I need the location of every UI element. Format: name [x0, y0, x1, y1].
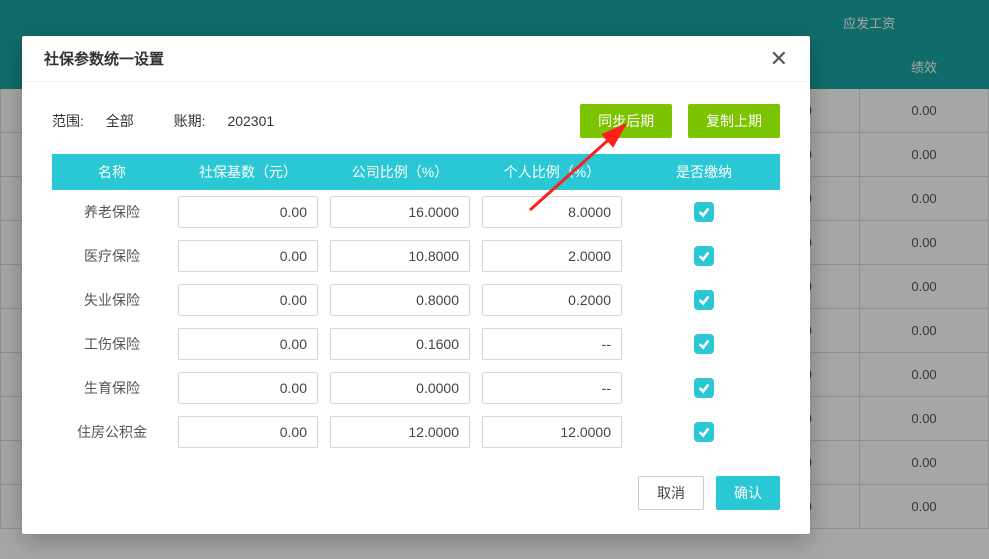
- confirm-button[interactable]: 确认: [716, 476, 780, 510]
- row-name: 住房公积金: [52, 422, 172, 442]
- pay-checkbox[interactable]: [694, 246, 714, 266]
- personal-rate-input[interactable]: [482, 196, 622, 228]
- company-rate-input[interactable]: [330, 284, 470, 316]
- th-pay: 是否缴纳: [628, 162, 780, 182]
- row-name: 工伤保险: [52, 334, 172, 354]
- th-base: 社保基数（元）: [172, 162, 324, 182]
- th-personal: 个人比例（%）: [476, 162, 628, 182]
- insurance-row: 生育保险: [52, 366, 780, 410]
- base-input[interactable]: [178, 372, 318, 404]
- personal-rate-input[interactable]: [482, 372, 622, 404]
- personal-rate-input[interactable]: [482, 416, 622, 448]
- company-rate-input[interactable]: [330, 372, 470, 404]
- company-rate-input[interactable]: [330, 416, 470, 448]
- personal-rate-input[interactable]: [482, 328, 622, 360]
- personal-rate-input[interactable]: [482, 284, 622, 316]
- insurance-row: 住房公积金: [52, 410, 780, 454]
- company-rate-input[interactable]: [330, 328, 470, 360]
- base-input[interactable]: [178, 196, 318, 228]
- company-rate-input[interactable]: [330, 240, 470, 272]
- modal-scope-info: 范围: 全部 账期: 202301: [52, 111, 310, 131]
- close-icon[interactable]: ✕: [770, 48, 788, 70]
- pay-checkbox[interactable]: [694, 378, 714, 398]
- base-input[interactable]: [178, 328, 318, 360]
- th-name: 名称: [52, 162, 172, 182]
- pay-checkbox[interactable]: [694, 334, 714, 354]
- base-input[interactable]: [178, 416, 318, 448]
- personal-rate-input[interactable]: [482, 240, 622, 272]
- copy-prev-button[interactable]: 复制上期: [688, 104, 780, 138]
- social-insurance-modal: 社保参数统一设置 ✕ 范围: 全部 账期: 202301 同步后期 复制上期 名…: [22, 36, 810, 534]
- insurance-row: 医疗保险: [52, 234, 780, 278]
- insurance-row: 失业保险: [52, 278, 780, 322]
- pay-checkbox[interactable]: [694, 290, 714, 310]
- row-name: 养老保险: [52, 202, 172, 222]
- page-root: 应发工资 绩效 000.00000.00000.00000.00000.0000…: [0, 0, 989, 559]
- cancel-button[interactable]: 取消: [638, 476, 704, 510]
- company-rate-input[interactable]: [330, 196, 470, 228]
- base-input[interactable]: [178, 240, 318, 272]
- row-name: 医疗保险: [52, 246, 172, 266]
- row-name: 失业保险: [52, 290, 172, 310]
- pay-checkbox[interactable]: [694, 202, 714, 222]
- row-name: 生育保险: [52, 378, 172, 398]
- th-company: 公司比例（%）: [324, 162, 476, 182]
- insurance-table: 名称 社保基数（元） 公司比例（%） 个人比例（%） 是否缴纳 养老保险医疗保险…: [52, 154, 780, 454]
- insurance-row: 工伤保险: [52, 322, 780, 366]
- base-input[interactable]: [178, 284, 318, 316]
- pay-checkbox[interactable]: [694, 422, 714, 442]
- insurance-row: 养老保险: [52, 190, 780, 234]
- sync-later-button[interactable]: 同步后期: [580, 104, 672, 138]
- modal-title: 社保参数统一设置: [44, 48, 164, 69]
